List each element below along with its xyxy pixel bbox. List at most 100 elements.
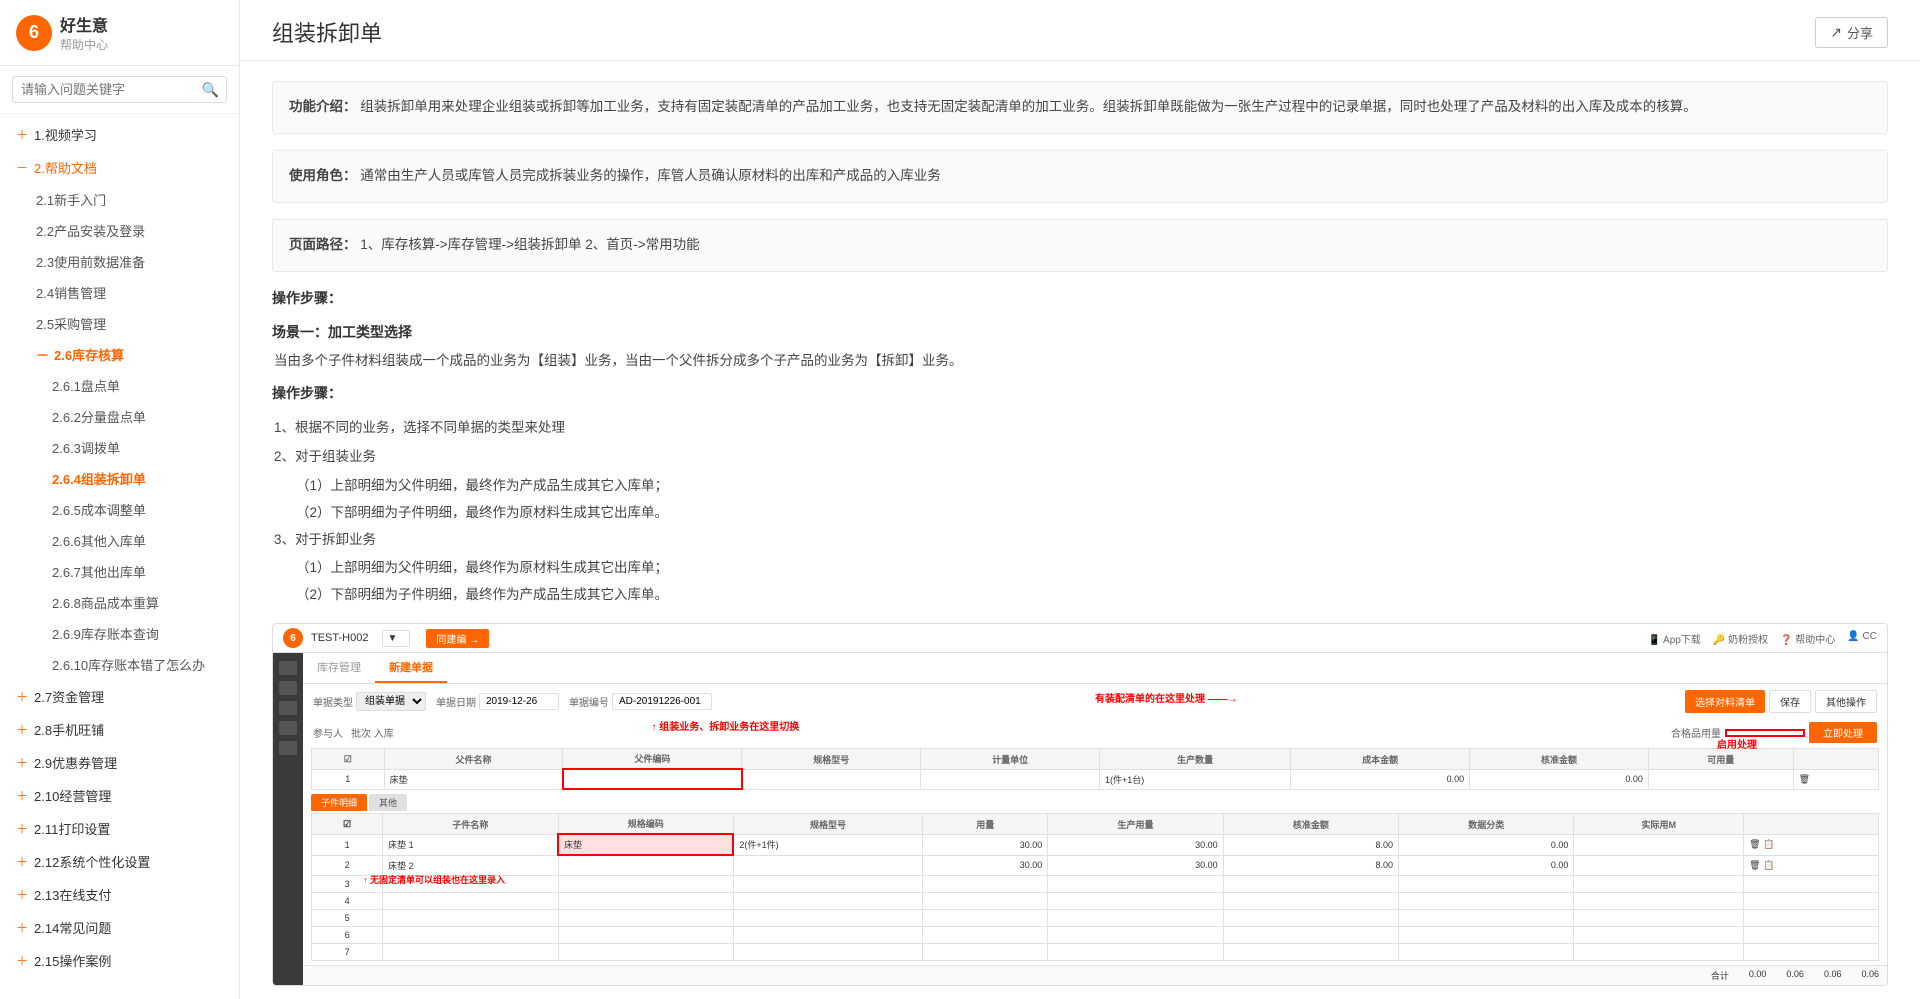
app-sidebar-icon-2 bbox=[279, 681, 297, 695]
search-icon[interactable]: 🔍 bbox=[202, 81, 219, 98]
plus-icon-2-7: ＋ bbox=[16, 688, 28, 705]
role-text: 通常由生产人员或库管人员完成拆装业务的操作，库管人员确认原材料的出库和产成品的入… bbox=[360, 168, 941, 183]
plus-icon-2-13: ＋ bbox=[16, 886, 28, 903]
app-nav-auth: 🔑 奶粉授权 bbox=[1713, 631, 1768, 646]
col-category: 数据分类 bbox=[1399, 814, 1574, 835]
sidebar-item-2-5[interactable]: 2.5采购管理 bbox=[0, 308, 239, 339]
sidebar-item-2-11[interactable]: ＋ 2.11打印设置 bbox=[0, 812, 239, 845]
sidebar-item-2-6-4[interactable]: 2.6.4组装拆卸单 bbox=[0, 463, 239, 494]
col-approved2: 核准金额 bbox=[1223, 814, 1398, 835]
cell-pname: 床垫 bbox=[384, 769, 563, 789]
sidebar-item-2-6-8[interactable]: 2.6.8商品成本重算 bbox=[0, 587, 239, 618]
app-tab-extra[interactable] bbox=[447, 653, 475, 683]
app-submit-btn[interactable]: 选择对料清单 bbox=[1685, 690, 1765, 713]
col-act2 bbox=[1744, 814, 1879, 835]
app-child-table-area: ↑ 无固定清单可以组装也在这里录入 ☑ 子件名称 规格编码 规格型号 bbox=[303, 813, 1887, 965]
scenario1-title: 场景一：加工类型选择 bbox=[272, 322, 1888, 342]
sidebar-item-2-15-label: 2.15操作案例 bbox=[34, 951, 111, 970]
sidebar-item-2-6-1[interactable]: 2.6.1盘点单 bbox=[0, 370, 239, 401]
sidebar-item-2-7[interactable]: ＋ 2.7资金管理 bbox=[0, 680, 239, 713]
app-sidebar-icon-4 bbox=[279, 721, 297, 735]
sidebar-item-2-6-10[interactable]: 2.6.10库存账本错了怎么办 bbox=[0, 649, 239, 680]
sidebar-item-2-6-3[interactable]: 2.6.3调拨单 bbox=[0, 432, 239, 463]
app-sub-tab-components[interactable]: 子件明细 bbox=[311, 794, 367, 811]
cell-punit bbox=[921, 769, 1100, 789]
sidebar-item-2-10[interactable]: ＋ 2.10经营管理 bbox=[0, 779, 239, 812]
logo-icon: 6 bbox=[16, 15, 52, 51]
path-box: 页面路径： 1、库存核算->库存管理->组装拆卸单 2、首页->常用功能 bbox=[272, 219, 1888, 272]
sidebar-item-video[interactable]: ＋ 1.视频学习 bbox=[0, 118, 239, 151]
sidebar-item-2-6-2[interactable]: 2.6.2分量盘点单 bbox=[0, 401, 239, 432]
search-input[interactable] bbox=[12, 76, 227, 103]
sidebar-item-2-14[interactable]: ＋ 2.14常见问题 bbox=[0, 911, 239, 944]
sidebar-item-2-15[interactable]: ＋ 2.15操作案例 bbox=[0, 944, 239, 977]
step2: 2、对于组装业务 bbox=[272, 446, 1888, 469]
app-qc-text: 批次 入库 bbox=[351, 725, 394, 740]
app-form-row: 单据类型 组装单据 拆卸单据 单据日期 bbox=[303, 684, 1887, 719]
cell-avail bbox=[1648, 769, 1793, 789]
child-appr-1: 8.00 bbox=[1223, 834, 1398, 855]
search-bar: 🔍 bbox=[0, 66, 239, 114]
sidebar-item-2-6-9[interactable]: 2.6.9库存账本查询 bbox=[0, 618, 239, 649]
sidebar-item-2-6-5[interactable]: 2.6.5成本调整单 bbox=[0, 494, 239, 525]
col-actions bbox=[1793, 749, 1878, 770]
app-form-date: 单据日期 bbox=[436, 693, 559, 710]
child-row-5: 5 bbox=[312, 909, 1879, 926]
plus-icon-2-8: ＋ bbox=[16, 721, 28, 738]
sidebar-item-2-2[interactable]: 2.2产品安装及登录 bbox=[0, 215, 239, 246]
app-save-btn[interactable]: 保存 bbox=[1769, 690, 1811, 713]
sidebar-item-2-11-label: 2.11打印设置 bbox=[34, 819, 110, 838]
child-num-1: 1 bbox=[312, 834, 383, 855]
col-approved: 核准金额 bbox=[1470, 749, 1649, 770]
share-button[interactable]: ↗ 分享 bbox=[1815, 17, 1888, 48]
sidebar-item-2-3[interactable]: 2.3使用前数据准备 bbox=[0, 246, 239, 277]
page-title: 组装拆卸单 bbox=[272, 16, 382, 48]
content-area: 功能介绍： 组装拆卸单用来处理企业组装或拆卸等加工业务，支持有固定装配清单的产品… bbox=[240, 61, 1920, 999]
app-no-input[interactable] bbox=[612, 693, 712, 710]
sidebar-item-2-13[interactable]: ＋ 2.13在线支付 bbox=[0, 878, 239, 911]
col-child-sku: 规格编码 bbox=[558, 814, 733, 835]
child-row-4: 4 bbox=[312, 892, 1879, 909]
sidebar-item-2-6[interactable]: － 2.6库存核算 bbox=[0, 339, 239, 370]
child-usage-1: 30.00 bbox=[923, 834, 1048, 855]
app-qualified-input[interactable] bbox=[1725, 729, 1805, 737]
app-tab-inventory[interactable]: 库存管理 bbox=[303, 653, 375, 683]
plus-icon-2-12: ＋ bbox=[16, 853, 28, 870]
sidebar-item-2-4[interactable]: 2.4销售管理 bbox=[0, 277, 239, 308]
app-date-input[interactable] bbox=[479, 693, 559, 710]
sidebar-item-2-9[interactable]: ＋ 2.9优惠券管理 bbox=[0, 746, 239, 779]
app-subrow: 参与人 批次 入库 合格品用量 立即处理 bbox=[303, 719, 1887, 746]
child-row-7: 7 bbox=[312, 943, 1879, 960]
ops-section: 操作步骤： 场景一：加工类型选择 当由多个子件材料组装成一个成品的业务为【组装】… bbox=[272, 288, 1888, 986]
app-parent-table-area: ☑ 父件名称 父件编码 规格型号 计量单位 生产数量 成本金额 核准金额 bbox=[303, 746, 1887, 792]
col-child-spec: 规格型号 bbox=[733, 814, 922, 835]
sidebar-item-2-8[interactable]: ＋ 2.8手机旺铺 bbox=[0, 713, 239, 746]
app-sub-tab-extra[interactable]: 其他 bbox=[369, 794, 407, 811]
app-logo: 6 bbox=[283, 628, 303, 648]
app-company-select[interactable]: ▼ bbox=[382, 630, 410, 647]
sidebar-item-2-12[interactable]: ＋ 2.12系统个性化设置 bbox=[0, 845, 239, 878]
sidebar-item-2-6-6[interactable]: 2.6.6其他入库单 bbox=[0, 525, 239, 556]
path-text: 1、库存核算->库存管理->组装拆卸单 2、首页->常用功能 bbox=[360, 237, 699, 252]
child-actual-2 bbox=[1574, 855, 1744, 875]
app-nav-help: ❓ 帮助中心 bbox=[1780, 631, 1835, 646]
app-new-btn[interactable]: 同建编 → bbox=[426, 629, 489, 648]
child-cat-1: 0.00 bbox=[1399, 834, 1574, 855]
child-row-6: 6 bbox=[312, 926, 1879, 943]
app-nav-user: 👤 CC bbox=[1847, 631, 1877, 646]
app-nav-icons: 📱 App下载 🔑 奶粉授权 ❓ 帮助中心 👤 CC bbox=[1648, 631, 1877, 646]
app-recalc-btn[interactable]: 立即处理 bbox=[1809, 722, 1877, 743]
footer-val2: 0.06 bbox=[1786, 969, 1804, 982]
app-qc-label: 参与人 bbox=[313, 725, 343, 740]
app-type-select[interactable]: 组装单据 拆卸单据 bbox=[356, 692, 426, 711]
sidebar-item-docs[interactable]: － 2.帮助文档 bbox=[0, 151, 239, 184]
col-parent-spec: 规格型号 bbox=[742, 749, 921, 770]
child-cat-2: 0.00 bbox=[1399, 855, 1574, 875]
cell-pcode bbox=[563, 769, 742, 789]
plus-icon: ＋ bbox=[16, 126, 28, 143]
app-tab-new[interactable]: 新建单据 bbox=[375, 653, 447, 683]
sidebar-item-2-6-7[interactable]: 2.6.7其他出库单 bbox=[0, 556, 239, 587]
app-more-btn[interactable]: 其他操作 bbox=[1815, 690, 1877, 713]
sidebar-item-2-1[interactable]: 2.1新手入门 bbox=[0, 184, 239, 215]
sidebar: 6 好生意 帮助中心 🔍 ＋ 1.视频学习 － 2.帮助文档 2.1新手入门 2… bbox=[0, 0, 240, 999]
